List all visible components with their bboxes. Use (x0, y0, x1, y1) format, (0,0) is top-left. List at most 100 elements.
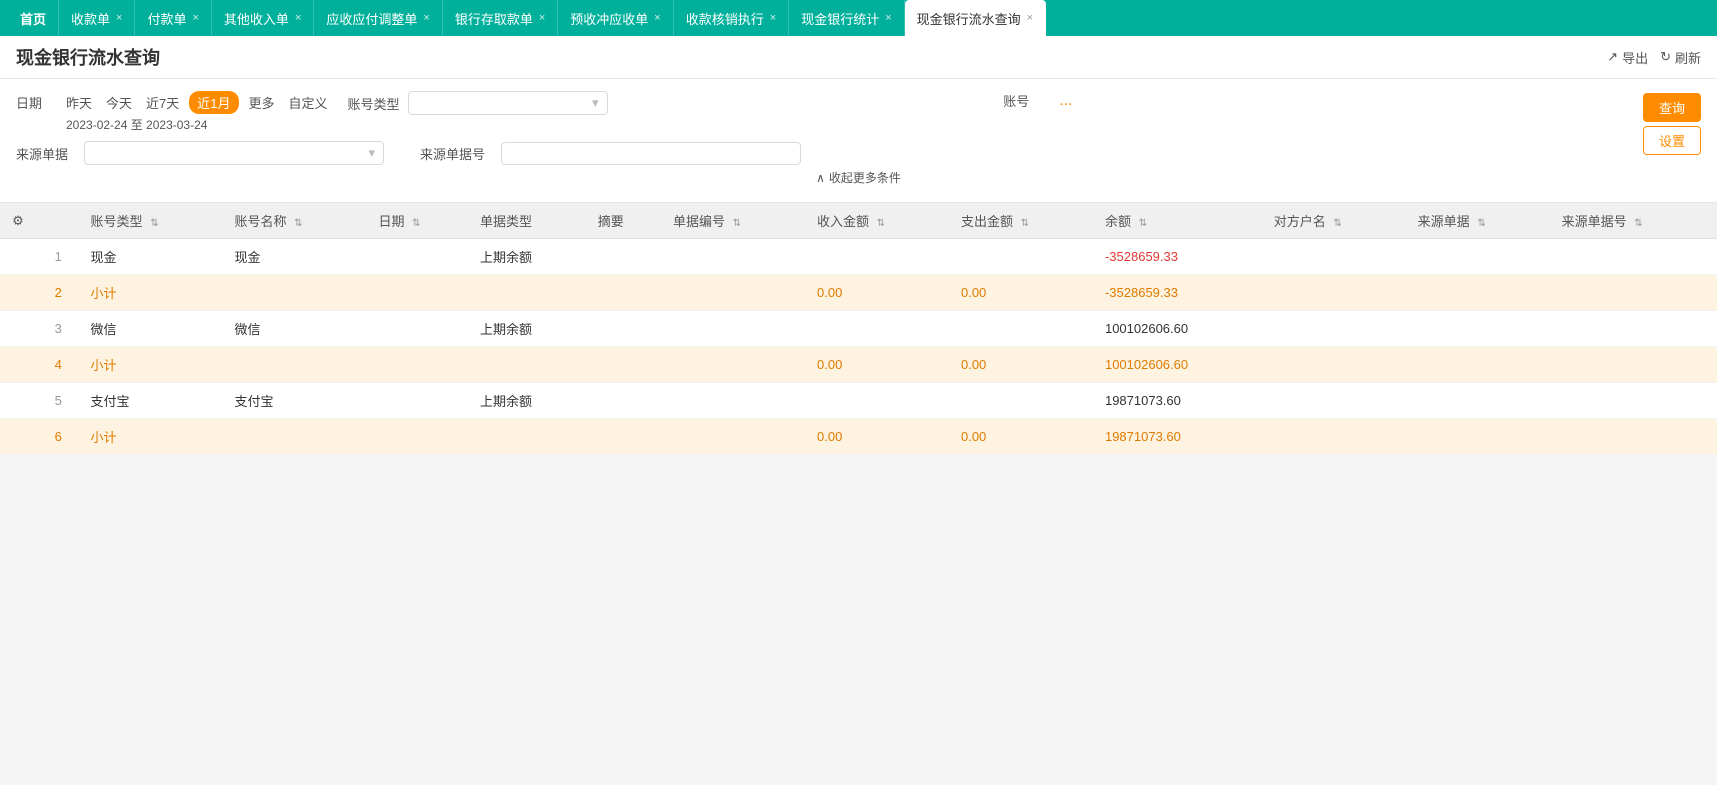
col-summary[interactable]: 摘要 (588, 203, 663, 239)
row-source-doc (1408, 419, 1552, 455)
row-income: 0.00 (807, 419, 951, 455)
export-label: 导出 (1622, 48, 1648, 67)
nav-close-bank-stats[interactable]: × (885, 12, 891, 24)
col-expense[interactable]: 支出金额 ⇅ (951, 203, 1095, 239)
sort-icon-expense: ⇅ (1021, 218, 1029, 229)
row-source-doc-no (1552, 239, 1717, 275)
row-summary (588, 239, 663, 275)
nav-close-bank-deposit[interactable]: × (539, 12, 545, 24)
nav-close-adjustment[interactable]: × (423, 12, 429, 24)
date-range-display: 2023-02-24 至 2023-03-24 (66, 116, 207, 133)
nav-tab-other-income[interactable]: 其他收入单 × (212, 0, 314, 36)
query-button[interactable]: 查询 (1643, 93, 1701, 122)
row-num-cell: 2 (36, 275, 81, 311)
row-account-type: 现金 (81, 239, 225, 275)
source-doc-select[interactable]: ▾ (84, 141, 384, 165)
col-income[interactable]: 收入金额 ⇅ (807, 203, 951, 239)
nav-payment-label: 付款单 (147, 9, 186, 28)
row-counterparty (1264, 239, 1408, 275)
date-opt-more[interactable]: 更多 (245, 92, 279, 113)
row-date (369, 419, 470, 455)
row-gear-cell (0, 383, 36, 419)
date-opt-1month[interactable]: 近1月 (189, 91, 238, 114)
table-row[interactable]: 5 支付宝 支付宝 上期余额 19871073.60 (0, 383, 1717, 419)
nav-tab-prepaid[interactable]: 预收冲应收单 × (558, 0, 673, 36)
col-account-name[interactable]: 账号名称 ⇅ (225, 203, 369, 239)
nav-close-payment[interactable]: × (192, 12, 198, 24)
settings-button[interactable]: 设置 (1643, 126, 1701, 155)
col-doc-type[interactable]: 单据类型 (470, 203, 588, 239)
row-source-doc-no (1552, 383, 1717, 419)
collapse-bar[interactable]: ∧ 收起更多条件 (16, 165, 1701, 190)
row-source-doc (1408, 347, 1552, 383)
row-date (369, 383, 470, 419)
col-source-doc[interactable]: 来源单据 ⇅ (1408, 203, 1552, 239)
nav-tab-bank-flow[interactable]: 现金银行流水查询 × (905, 0, 1046, 36)
export-button[interactable]: ↗ 导出 (1607, 48, 1648, 67)
row-account-name (225, 275, 369, 311)
nav-close-other-income[interactable]: × (295, 12, 301, 24)
filter-area: 日期 昨天 今天 近7天 近1月 更多 自定义 2023-02-24 至 202… (0, 79, 1717, 203)
account-type-select[interactable]: ▾ (408, 91, 608, 115)
row-source-doc (1408, 239, 1552, 275)
table-row[interactable]: 4 小计 0.00 0.00 100102606.60 (0, 347, 1717, 383)
row-doc-type (470, 347, 588, 383)
col-balance[interactable]: 余额 ⇅ (1095, 203, 1264, 239)
row-doc-type (470, 419, 588, 455)
nav-tab-adjustment[interactable]: 应收应付调整单 × (314, 0, 442, 36)
col-date[interactable]: 日期 ⇅ (369, 203, 470, 239)
row-doc-type: 上期余额 (470, 239, 588, 275)
table-row[interactable]: 1 现金 现金 上期余额 -3528659.33 (0, 239, 1717, 275)
row-date (369, 347, 470, 383)
row-account-type: 小计 (81, 275, 225, 311)
row-balance: -3528659.33 (1095, 239, 1264, 275)
nav-other-income-label: 其他收入单 (224, 9, 289, 28)
nav-close-prepaid[interactable]: × (654, 12, 660, 24)
row-summary (588, 311, 663, 347)
row-summary (588, 419, 663, 455)
nav-tab-payment[interactable]: 付款单 × (135, 0, 211, 36)
row-account-name (225, 419, 369, 455)
row-doc-no (663, 347, 807, 383)
refresh-label: 刷新 (1675, 48, 1701, 67)
nav-home-label: 首页 (20, 9, 46, 28)
nav-tab-receipt[interactable]: 收款单 × (59, 0, 135, 36)
col-source-doc-no[interactable]: 来源单据号 ⇅ (1552, 203, 1717, 239)
date-opt-7days[interactable]: 近7天 (142, 92, 183, 113)
col-doc-no[interactable]: 单据编号 ⇅ (663, 203, 807, 239)
source-doc-num-input[interactable] (501, 142, 801, 165)
row-source-doc-no (1552, 419, 1717, 455)
col-counterparty[interactable]: 对方户名 ⇅ (1264, 203, 1408, 239)
row-source-doc-no (1552, 275, 1717, 311)
row-num-cell: 5 (36, 383, 81, 419)
row-source-doc-no (1552, 311, 1717, 347)
sort-icon-counterparty: ⇅ (1333, 218, 1341, 229)
source-doc-label: 来源单据 (16, 144, 68, 163)
nav-bank-deposit-label: 银行存取款单 (455, 9, 533, 28)
nav-close-collection[interactable]: × (770, 12, 776, 24)
account-dots-button[interactable]: ... (1059, 92, 1072, 110)
sort-icon-income: ⇅ (877, 218, 885, 229)
table-body: 1 现金 现金 上期余额 -3528659.33 2 小计 0.00 0.00 … (0, 239, 1717, 455)
nav-tab-bank-stats[interactable]: 现金银行统计 × (789, 0, 904, 36)
nav-prepaid-label: 预收冲应收单 (570, 9, 648, 28)
table-row[interactable]: 2 小计 0.00 0.00 -3528659.33 (0, 275, 1717, 311)
row-expense (951, 383, 1095, 419)
nav-close-bank-flow[interactable]: × (1027, 12, 1033, 24)
row-expense (951, 311, 1095, 347)
row-account-type: 小计 (81, 419, 225, 455)
sort-icon-source-doc-no: ⇅ (1634, 218, 1642, 229)
nav-tab-bank-deposit[interactable]: 银行存取款单 × (443, 0, 558, 36)
nav-tab-home[interactable]: 首页 (8, 0, 59, 36)
row-balance: 19871073.60 (1095, 383, 1264, 419)
col-gear[interactable]: ⚙ (0, 203, 36, 239)
refresh-button[interactable]: ↻ 刷新 (1660, 48, 1701, 67)
date-opt-today[interactable]: 今天 (102, 92, 136, 113)
table-row[interactable]: 3 微信 微信 上期余额 100102606.60 (0, 311, 1717, 347)
date-opt-custom[interactable]: 自定义 (285, 92, 332, 113)
nav-close-receipt[interactable]: × (116, 12, 122, 24)
nav-tab-collection[interactable]: 收款核销执行 × (674, 0, 789, 36)
col-account-type[interactable]: 账号类型 ⇅ (81, 203, 225, 239)
date-opt-yesterday[interactable]: 昨天 (62, 92, 96, 113)
table-row[interactable]: 6 小计 0.00 0.00 19871073.60 (0, 419, 1717, 455)
